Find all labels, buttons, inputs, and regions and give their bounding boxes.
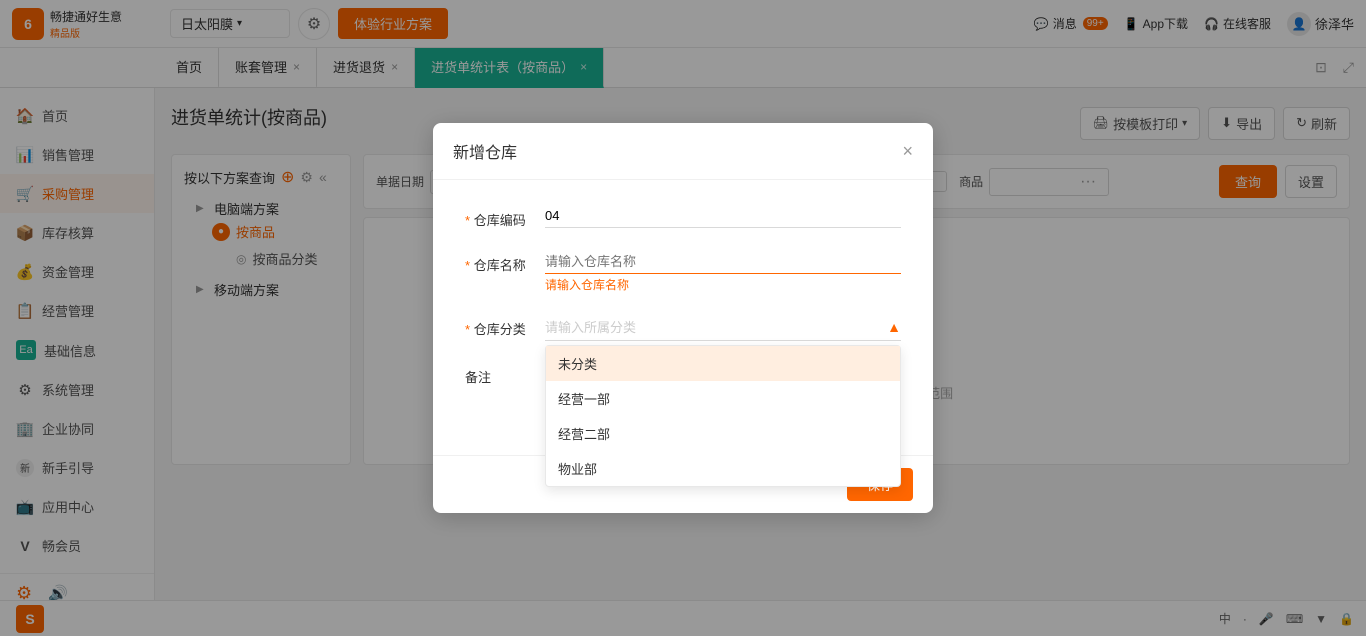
dropdown-item-dept1[interactable]: 经营一部 [546, 381, 900, 416]
form-row-category: * 仓库分类 请输入所属分类 ▲ 未分类 经营一部 经营二部 物业部 [465, 313, 901, 341]
name-error-message: 请输入仓库名称 [545, 276, 629, 293]
modal-header: 新增仓库 × [433, 123, 933, 180]
modal-title: 新增仓库 [453, 139, 517, 163]
modal-close-icon[interactable]: × [902, 141, 913, 162]
category-label: * 仓库分类 [465, 313, 545, 338]
name-input[interactable] [545, 250, 901, 274]
category-placeholder: 请输入所属分类 [545, 317, 636, 336]
category-select: 请输入所属分类 ▲ 未分类 经营一部 经营二部 物业部 [545, 313, 901, 341]
code-input[interactable] [545, 204, 901, 228]
form-row-name: * 仓库名称 请输入仓库名称 [465, 249, 901, 293]
code-label: * 仓库编码 [465, 204, 545, 229]
category-select-trigger[interactable]: 请输入所属分类 ▲ [545, 313, 901, 341]
dropdown-item-dept2[interactable]: 经营二部 [546, 416, 900, 451]
chevron-up-icon: ▲ [887, 319, 901, 335]
category-dropdown: 未分类 经营一部 经营二部 物业部 [545, 345, 901, 487]
dropdown-item-none[interactable]: 未分类 [546, 346, 900, 381]
note-label: 备注 [465, 361, 545, 386]
form-row-code: * 仓库编码 [465, 204, 901, 229]
name-label: * 仓库名称 [465, 249, 545, 274]
dropdown-item-property[interactable]: 物业部 [546, 451, 900, 486]
modal-body: * 仓库编码 * 仓库名称 请输入仓库名称 * 仓库分类 [433, 180, 933, 455]
new-warehouse-modal: 新增仓库 × * 仓库编码 * 仓库名称 请输入仓库名称 * [433, 123, 933, 513]
